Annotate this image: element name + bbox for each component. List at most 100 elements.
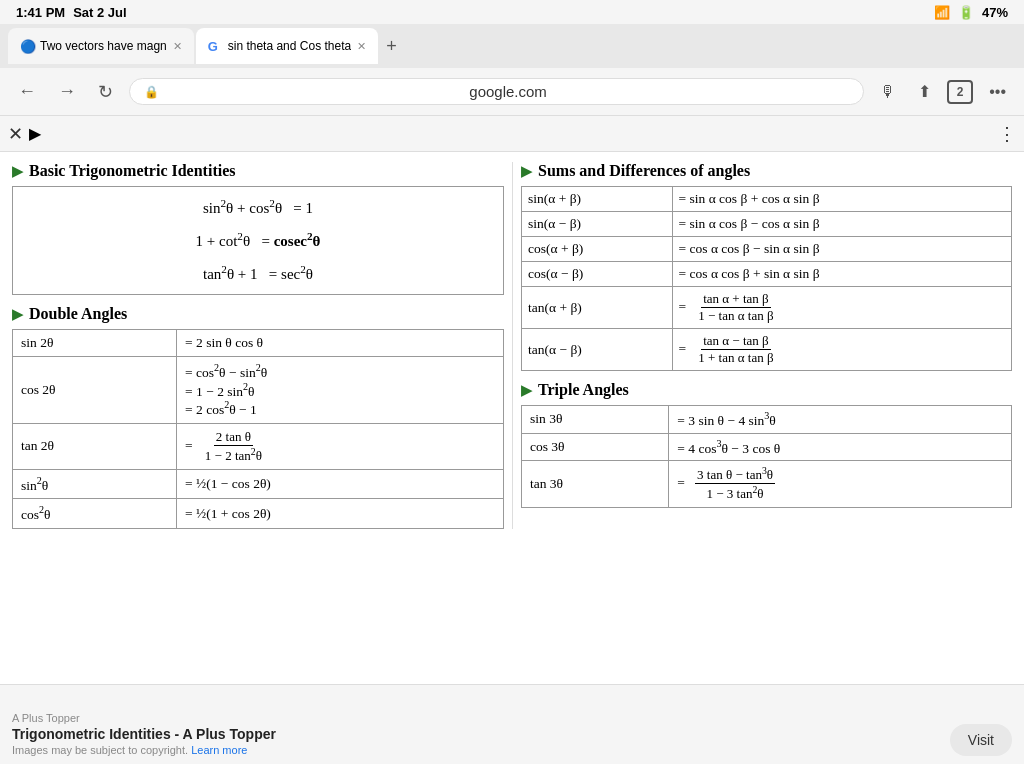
date: Sat 2 Jul bbox=[73, 5, 126, 20]
triple-header: ▶ Triple Angles bbox=[521, 381, 1012, 399]
double-sin2-row: sin2θ = ½(1 − cos 2θ) bbox=[13, 469, 504, 499]
double-tan-row: tan 2θ = 2 tan θ 1 − 2 tan2θ bbox=[13, 423, 504, 469]
right-column: ▶ Sums and Differences of angles sin(α +… bbox=[512, 162, 1012, 529]
tan2theta-den: 1 − 2 tan2θ bbox=[203, 446, 264, 464]
tan-sum-fraction: tan α + tan β 1 − tan α tan β bbox=[696, 291, 775, 324]
triple-table: sin 3θ = 3 sin θ − 4 sin3θ cos 3θ = 4 co… bbox=[521, 405, 1012, 508]
cos-alpha-minus-beta-rhs: = cos α cos β + sin α sin β bbox=[672, 262, 1011, 287]
battery-level: 47% bbox=[982, 5, 1008, 20]
sums-table: sin(α + β) = sin α cos β + cos α sin β s… bbox=[521, 186, 1012, 371]
cos-alpha-beta-row: cos(α + β) = cos α cos β − sin α sin β bbox=[522, 237, 1012, 262]
double-sin-row: sin 2θ = 2 sin θ cos θ bbox=[13, 330, 504, 357]
triple-sin-row: sin 3θ = 3 sin θ − 4 sin3θ bbox=[522, 406, 1012, 434]
basic-trig-box: sin2θ + cos2θ = 1 1 + cot2θ = cosec2θ ta… bbox=[12, 186, 504, 295]
triple-sin-rhs: = 3 sin θ − 4 sin3θ bbox=[669, 406, 1012, 434]
sin-alpha-minus-beta-row: sin(α − β) = sin α cos β − cos α sin β bbox=[522, 212, 1012, 237]
double-sin-rhs: = 2 sin θ cos θ bbox=[177, 330, 504, 357]
basic-trig-title: Basic Trigonometric Identities bbox=[29, 162, 236, 180]
double-sin-lhs: sin 2θ bbox=[13, 330, 177, 357]
formula-3: tan2θ + 1 = sec2θ bbox=[23, 259, 493, 288]
triple-tan-rhs: = 3 tan θ − tan3θ 1 − 3 tan2θ bbox=[669, 461, 1012, 508]
battery-icon: 🔋 bbox=[958, 5, 974, 20]
tan-alpha-minus-beta-rhs: = tan α − tan β 1 + tan α tan β bbox=[672, 329, 1011, 371]
forward-button[interactable]: → bbox=[52, 79, 82, 104]
basic-trig-header: ▶ Basic Trigonometric Identities bbox=[12, 162, 504, 180]
double-cos2-lhs: cos2θ bbox=[13, 499, 177, 529]
new-tab-button[interactable]: + bbox=[380, 36, 403, 57]
url-display: google.com bbox=[167, 83, 849, 100]
double-angles-header: ▶ Double Angles bbox=[12, 305, 504, 323]
double-angles-arrow: ▶ bbox=[12, 306, 23, 323]
footer-source: A Plus Topper bbox=[12, 712, 276, 724]
double-cos2-rhs: = ½(1 + cos 2θ) bbox=[177, 499, 504, 529]
tab1-label: Two vectors have magn bbox=[40, 39, 167, 53]
footer-note: Images may be subject to copyright. Lear… bbox=[12, 744, 276, 756]
address-bar: ← → ↻ 🔒 google.com 🎙 ⬆ 2 ••• bbox=[0, 68, 1024, 116]
sin-alpha-minus-beta-rhs: = sin α cos β − cos α sin β bbox=[672, 212, 1011, 237]
double-cos-rhs: = cos2θ − sin2θ = 1 − 2 sin2θ = 2 cos2θ … bbox=[177, 357, 504, 424]
cos-alpha-beta-rhs: = cos α cos β − sin α sin β bbox=[672, 237, 1011, 262]
triple-tan-row: tan 3θ = 3 tan θ − tan3θ 1 − 3 tan2θ bbox=[522, 461, 1012, 508]
tan-alpha-minus-beta-row: tan(α − β) = tan α − tan β 1 + tan α tan… bbox=[522, 329, 1012, 371]
tan-diff-num: tan α − tan β bbox=[701, 333, 771, 350]
sin-alpha-minus-beta-lhs: sin(α − β) bbox=[522, 212, 673, 237]
tab-sin-theta[interactable]: G sin theta and Cos theta ✕ bbox=[196, 28, 378, 64]
tab2-close[interactable]: ✕ bbox=[357, 40, 366, 53]
sums-header: ▶ Sums and Differences of angles bbox=[521, 162, 1012, 180]
double-sin2-rhs: = ½(1 − cos 2θ) bbox=[177, 469, 504, 499]
double-sin2-lhs: sin2θ bbox=[13, 469, 177, 499]
more-button[interactable]: ••• bbox=[983, 79, 1012, 105]
double-cos-row: cos 2θ = cos2θ − sin2θ = 1 − 2 sin2θ = 2… bbox=[13, 357, 504, 424]
formula-1: sin2θ + cos2θ = 1 bbox=[23, 193, 493, 222]
status-bar: 1:41 PM Sat 2 Jul 📶 🔋 47% bbox=[0, 0, 1024, 24]
basic-trig-arrow: ▶ bbox=[12, 163, 23, 180]
tan2theta-fraction: 2 tan θ 1 − 2 tan2θ bbox=[203, 429, 264, 464]
tan-sum-den: 1 − tan α tan β bbox=[696, 308, 775, 324]
refresh-button[interactable]: ↻ bbox=[92, 79, 119, 105]
tab-two-vectors[interactable]: 🔵 Two vectors have magn ✕ bbox=[8, 28, 194, 64]
learn-more-link[interactable]: Learn more bbox=[191, 744, 247, 756]
triple-cos-rhs: = 4 cos3θ − 3 cos θ bbox=[669, 433, 1012, 461]
double-cos-lhs: cos 2θ bbox=[13, 357, 177, 424]
triple-cos-lhs: cos 3θ bbox=[522, 433, 669, 461]
double-tan-rhs: = 2 tan θ 1 − 2 tan2θ bbox=[177, 423, 504, 469]
footer-note-text: Images may be subject to copyright. bbox=[12, 744, 188, 756]
share-button[interactable]: ⬆ bbox=[912, 78, 937, 105]
tan-alpha-minus-beta-lhs: tan(α − β) bbox=[522, 329, 673, 371]
tan-diff-den: 1 + tan α tan β bbox=[696, 350, 775, 366]
tan-sum-num: tan α + tan β bbox=[701, 291, 771, 308]
address-input-wrap[interactable]: 🔒 google.com bbox=[129, 78, 864, 105]
search-result-icon: ▶ bbox=[29, 124, 41, 143]
double-cos2-row: cos2θ = ½(1 + cos 2θ) bbox=[13, 499, 504, 529]
left-column: ▶ Basic Trigonometric Identities sin2θ +… bbox=[12, 162, 512, 529]
tan-alpha-beta-rhs: = tan α + tan β 1 − tan α tan β bbox=[672, 287, 1011, 329]
toolbar: ✕ ▶ ⋮ bbox=[0, 116, 1024, 152]
tab2-favicon: G bbox=[208, 39, 222, 53]
close-button[interactable]: ✕ bbox=[8, 123, 23, 145]
triple-tan-den: 1 − 3 tan2θ bbox=[705, 484, 766, 502]
triple-tan-lhs: tan 3θ bbox=[522, 461, 669, 508]
cos-alpha-minus-beta-lhs: cos(α − β) bbox=[522, 262, 673, 287]
sin-alpha-beta-row: sin(α + β) = sin α cos β + cos α sin β bbox=[522, 187, 1012, 212]
lock-icon: 🔒 bbox=[144, 85, 159, 99]
options-button[interactable]: ⋮ bbox=[998, 123, 1016, 145]
triple-sin-lhs: sin 3θ bbox=[522, 406, 669, 434]
tab-count-button[interactable]: 2 bbox=[947, 80, 973, 104]
back-button[interactable]: ← bbox=[12, 79, 42, 104]
tab-bar: 🔵 Two vectors have magn ✕ G sin theta an… bbox=[0, 24, 1024, 68]
footer-left: A Plus Topper Trigonometric Identities -… bbox=[12, 712, 276, 756]
time: 1:41 PM bbox=[16, 5, 65, 20]
sin-alpha-beta-lhs: sin(α + β) bbox=[522, 187, 673, 212]
double-angles-table: sin 2θ = 2 sin θ cos θ cos 2θ = cos2θ − … bbox=[12, 329, 504, 529]
triple-title: Triple Angles bbox=[538, 381, 629, 399]
microphone-button[interactable]: 🎙 bbox=[874, 79, 902, 105]
wifi-icon: 📶 bbox=[934, 5, 950, 20]
tab1-favicon: 🔵 bbox=[20, 39, 34, 53]
triple-tan-num: 3 tan θ − tan3θ bbox=[695, 465, 775, 484]
math-content: ▶ Basic Trigonometric Identities sin2θ +… bbox=[0, 152, 1024, 539]
tab1-close[interactable]: ✕ bbox=[173, 40, 182, 53]
tan-alpha-beta-lhs: tan(α + β) bbox=[522, 287, 673, 329]
content-area: ▶ Basic Trigonometric Identities sin2θ +… bbox=[0, 152, 1024, 684]
cos-alpha-beta-lhs: cos(α + β) bbox=[522, 237, 673, 262]
visit-button[interactable]: Visit bbox=[950, 724, 1012, 756]
